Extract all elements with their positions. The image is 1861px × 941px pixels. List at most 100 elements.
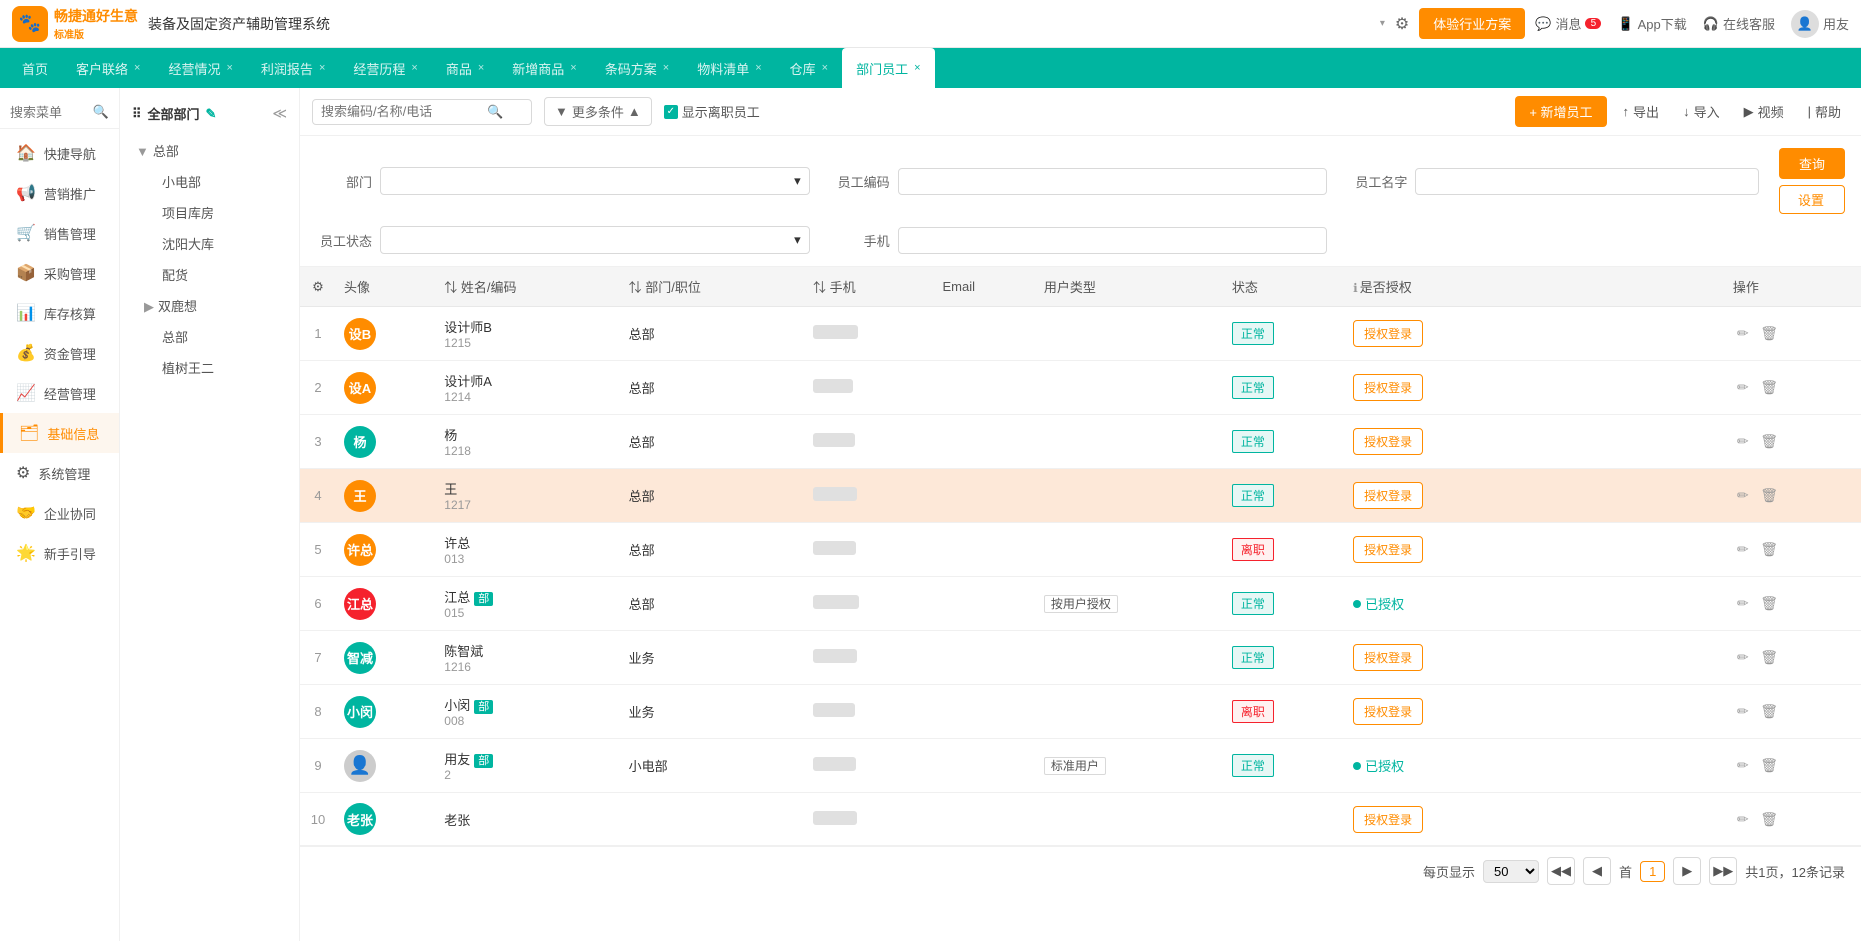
system-dropdown-arrow[interactable]: ▾: [1380, 18, 1385, 29]
sidebar-item-quick-nav[interactable]: 🏠快捷导航: [0, 133, 119, 173]
dept-node-0[interactable]: ▼总部: [120, 135, 299, 166]
nav-tab-客户联络[interactable]: 客户联络×: [62, 48, 154, 88]
search-input[interactable]: [10, 105, 87, 120]
resigned-checkbox[interactable]: ✓: [664, 105, 678, 119]
app-download-button[interactable]: 📱 App下载: [1617, 14, 1686, 33]
nav-tab-经营历程[interactable]: 经营历程×: [339, 48, 431, 88]
edit-button[interactable]: ✏: [1733, 649, 1753, 665]
nav-tab-新增商品[interactable]: 新增商品×: [498, 48, 590, 88]
dept-node-4[interactable]: 配货: [120, 259, 299, 290]
add-employee-button[interactable]: + 新增员工: [1515, 96, 1606, 127]
dept-node-3[interactable]: 沈阳大库: [120, 228, 299, 259]
delete-button[interactable]: 🗑: [1756, 487, 1782, 503]
sidebar-item-system[interactable]: ⚙系统管理: [0, 453, 119, 493]
col-name[interactable]: ⇅ 姓名/编码: [436, 267, 620, 307]
nav-tab-部门员工[interactable]: 部门员工×: [842, 48, 934, 88]
emp-status-select[interactable]: ▾: [380, 226, 810, 254]
sidebar-item-collab[interactable]: 🤝企业协同: [0, 493, 119, 533]
col-dept[interactable]: ⇅ 部门/职位: [621, 267, 805, 307]
user-area[interactable]: 👤 用友: [1791, 10, 1849, 38]
query-button[interactable]: 查询: [1779, 148, 1845, 179]
sidebar-item-guide[interactable]: 🌟新手引导: [0, 533, 119, 573]
emp-name-input[interactable]: [1415, 168, 1759, 195]
edit-button[interactable]: ✏: [1733, 757, 1753, 773]
edit-button[interactable]: ✏: [1733, 595, 1753, 611]
col-settings[interactable]: ⚙: [300, 267, 336, 307]
delete-button[interactable]: 🗑: [1756, 811, 1782, 827]
prev-page-button[interactable]: ◀: [1583, 857, 1611, 885]
nav-tab-物料清单[interactable]: 物料清单×: [683, 48, 775, 88]
export-button[interactable]: ↑ 导出: [1615, 98, 1668, 125]
auth-button[interactable]: 授权登录: [1353, 806, 1423, 833]
delete-button[interactable]: 🗑: [1756, 541, 1782, 557]
auth-button[interactable]: 授权登录: [1353, 536, 1423, 563]
delete-button[interactable]: 🗑: [1756, 433, 1782, 449]
dept-node-2[interactable]: 项目库房: [120, 197, 299, 228]
auth-button[interactable]: 授权登录: [1353, 374, 1423, 401]
edit-button[interactable]: ✏: [1733, 703, 1753, 719]
delete-button[interactable]: 🗑: [1756, 703, 1782, 719]
more-filter-button[interactable]: ▼ 更多条件 ▲: [544, 97, 652, 126]
auth-button[interactable]: 授权登录: [1353, 698, 1423, 725]
emp-code-input[interactable]: [898, 168, 1328, 195]
sidebar-item-operation[interactable]: 📈经营管理: [0, 373, 119, 413]
settings-icon[interactable]: ⚙: [1395, 14, 1409, 34]
last-page-button[interactable]: ▶▶: [1709, 857, 1737, 885]
help-button[interactable]: | 帮助: [1800, 98, 1849, 125]
edit-button[interactable]: ✏: [1733, 541, 1753, 557]
import-button[interactable]: ↓ 导入: [1675, 98, 1728, 125]
delete-button[interactable]: 🗑: [1756, 325, 1782, 341]
nav-tab-close-icon[interactable]: ×: [755, 62, 761, 74]
trial-button[interactable]: 体验行业方案: [1419, 8, 1525, 39]
nav-tab-条码方案[interactable]: 条码方案×: [591, 48, 683, 88]
employee-search-input[interactable]: [321, 104, 481, 119]
delete-button[interactable]: 🗑: [1756, 649, 1782, 665]
delete-button[interactable]: 🗑: [1756, 379, 1782, 395]
auth-button[interactable]: 授权登录: [1353, 428, 1423, 455]
delete-button[interactable]: 🗑: [1756, 757, 1782, 773]
nav-tab-经营情况[interactable]: 经营情况×: [154, 48, 246, 88]
dept-node-1[interactable]: 小电部: [120, 166, 299, 197]
sidebar-item-sales[interactable]: 🛒销售管理: [0, 213, 119, 253]
per-page-select[interactable]: 50 20 100: [1483, 860, 1539, 883]
phone-input[interactable]: [898, 227, 1328, 254]
col-phone[interactable]: ⇅ 手机: [805, 267, 935, 307]
nav-tab-close-icon[interactable]: ×: [914, 62, 920, 74]
edit-button[interactable]: ✏: [1733, 433, 1753, 449]
auth-button[interactable]: 授权登录: [1353, 482, 1423, 509]
message-button[interactable]: 💬 消息 5: [1535, 14, 1601, 33]
first-page-button[interactable]: ◀◀: [1547, 857, 1575, 885]
edit-button[interactable]: ✏: [1733, 487, 1753, 503]
edit-button[interactable]: ✏: [1733, 325, 1753, 341]
dept-edit-icon[interactable]: ✎: [206, 106, 217, 122]
nav-tab-close-icon[interactable]: ×: [570, 62, 576, 74]
dept-all[interactable]: ⠿ 全部部门 ✎: [132, 104, 216, 123]
nav-tab-首页[interactable]: 首页: [8, 48, 62, 88]
nav-tab-商品[interactable]: 商品×: [432, 48, 498, 88]
dept-node-5[interactable]: ▶双鹿想: [120, 290, 299, 321]
nav-tab-close-icon[interactable]: ×: [319, 62, 325, 74]
video-button[interactable]: ▶ 视频: [1736, 98, 1792, 125]
sidebar-item-finance[interactable]: 💰资金管理: [0, 333, 119, 373]
nav-tab-利润报告[interactable]: 利润报告×: [247, 48, 339, 88]
set-button[interactable]: 设置: [1779, 185, 1845, 214]
nav-tab-close-icon[interactable]: ×: [411, 62, 417, 74]
auth-button[interactable]: 授权登录: [1353, 644, 1423, 671]
dept-filter-select[interactable]: ▾: [380, 167, 810, 195]
nav-tab-close-icon[interactable]: ×: [134, 62, 140, 74]
nav-tab-close-icon[interactable]: ×: [663, 62, 669, 74]
edit-button[interactable]: ✏: [1733, 379, 1753, 395]
online-service-button[interactable]: 🎧 在线客服: [1703, 14, 1775, 33]
auth-button[interactable]: 授权登录: [1353, 320, 1423, 347]
edit-button[interactable]: ✏: [1733, 811, 1753, 827]
dept-node-7[interactable]: 植树王二: [120, 352, 299, 383]
nav-tab-仓库[interactable]: 仓库×: [776, 48, 842, 88]
next-page-button[interactable]: ▶: [1673, 857, 1701, 885]
sidebar-item-stock[interactable]: 📊库存核算: [0, 293, 119, 333]
dept-node-6[interactable]: 总部: [120, 321, 299, 352]
delete-button[interactable]: 🗑: [1756, 595, 1782, 611]
nav-tab-close-icon[interactable]: ×: [822, 62, 828, 74]
sidebar-item-basic[interactable]: 🗂基础信息: [0, 413, 119, 453]
nav-tab-close-icon[interactable]: ×: [226, 62, 232, 74]
sidebar-item-marketing[interactable]: 📢营销推广: [0, 173, 119, 213]
